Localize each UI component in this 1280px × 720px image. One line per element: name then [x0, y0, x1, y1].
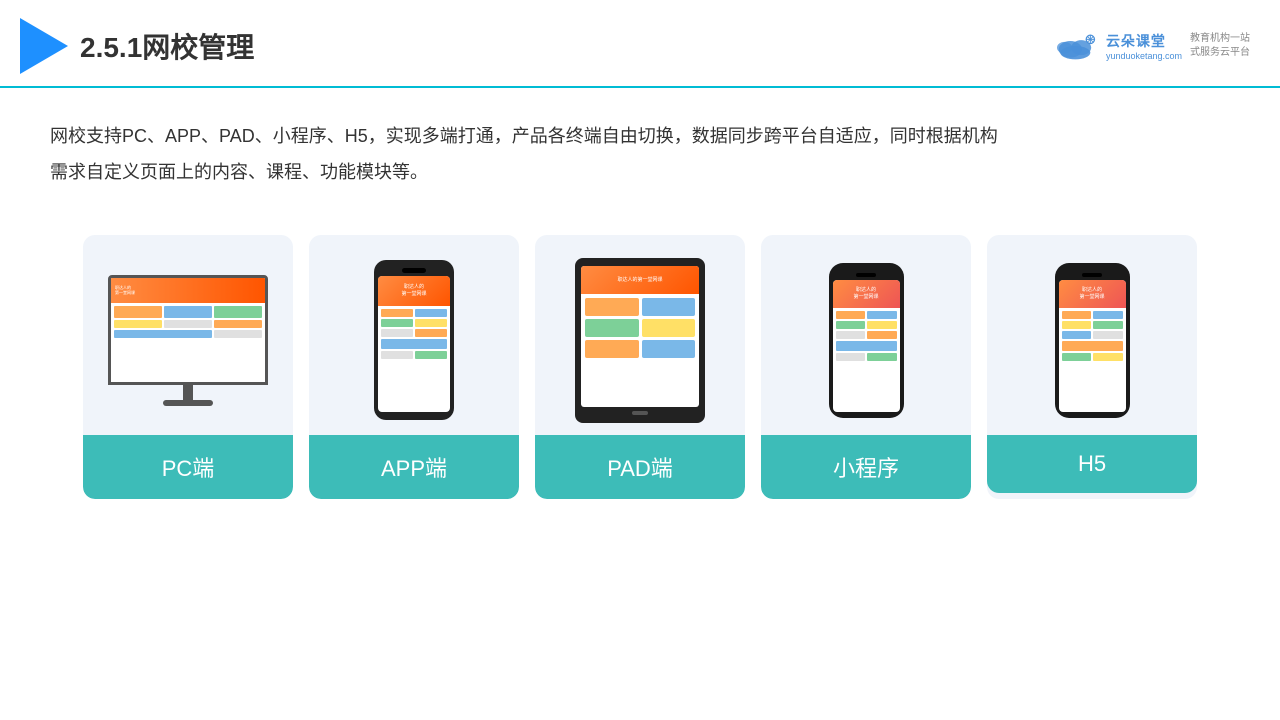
- header-left: 2.5.1网校管理: [20, 18, 254, 74]
- description-line2: 需求自定义页面上的内容、课程、功能模块等。: [50, 154, 1230, 190]
- miniapp-device-mock: 职达人的第一堂网课: [829, 263, 904, 418]
- mini-phone-notch: [856, 273, 876, 277]
- tablet-header: 职达人的第一堂网课: [581, 266, 699, 294]
- card-miniapp-label: 小程序: [761, 435, 971, 499]
- card-pad-image: 职达人的第一堂网课: [535, 235, 745, 435]
- description-text: 网校支持PC、APP、PAD、小程序、H5，实现多端打通，产品各终端自由切换，数…: [0, 88, 1280, 205]
- card-miniapp-image: 职达人的第一堂网课: [761, 235, 971, 435]
- brand-icon: 云朵课堂 yunduoketang.com: [1052, 31, 1182, 61]
- card-app: 职达人的第一堂网课: [309, 235, 519, 499]
- phone-screen: 职达人的第一堂网课: [378, 276, 450, 412]
- card-app-image: 职达人的第一堂网课: [309, 235, 519, 435]
- cards-section: 职达人的第一堂网课 PC端: [0, 215, 1280, 529]
- card-pc: 职达人的第一堂网课 PC端: [83, 235, 293, 499]
- phone-notch: [402, 268, 426, 273]
- h5-phone-screen: 职达人的第一堂网课: [1059, 280, 1126, 412]
- card-pad-label: PAD端: [535, 435, 745, 499]
- header: 2.5.1网校管理 云朵课堂 y: [0, 0, 1280, 88]
- header-right: 云朵课堂 yunduoketang.com 教育机构一站 式服务云平台: [1052, 31, 1250, 61]
- card-miniapp: 职达人的第一堂网课: [761, 235, 971, 499]
- tablet-home-button: [632, 411, 648, 415]
- card-pad: 职达人的第一堂网课 PAD端: [535, 235, 745, 499]
- pc-device-mock: 职达人的第一堂网课: [108, 275, 268, 406]
- h5-device-mock: 职达人的第一堂网课: [1055, 263, 1130, 418]
- description-line1: 网校支持PC、APP、PAD、小程序、H5，实现多端打通，产品各终端自由切换，数…: [50, 118, 1230, 154]
- logo-triangle-icon: [20, 18, 68, 74]
- card-h5: 职达人的第一堂网课: [987, 235, 1197, 499]
- brand-logo: 云朵课堂 yunduoketang.com: [1052, 31, 1182, 61]
- cloud-icon: [1052, 31, 1102, 61]
- monitor-screen: 职达人的第一堂网课: [108, 275, 268, 385]
- page-title: 2.5.1网校管理: [80, 26, 254, 66]
- mini-phone-screen: 职达人的第一堂网课: [833, 280, 900, 412]
- tablet-screen: 职达人的第一堂网课: [581, 266, 699, 407]
- card-h5-image: 职达人的第一堂网课: [987, 235, 1197, 435]
- card-pc-label: PC端: [83, 435, 293, 499]
- card-pc-image: 职达人的第一堂网课: [83, 235, 293, 435]
- brand-name: 云朵课堂 yunduoketang.com: [1106, 31, 1182, 61]
- app-device-mock: 职达人的第一堂网课: [374, 260, 454, 420]
- card-h5-label: H5: [987, 435, 1197, 493]
- h5-phone-notch: [1082, 273, 1102, 277]
- card-app-label: APP端: [309, 435, 519, 499]
- pad-device-mock: 职达人的第一堂网课: [575, 258, 705, 423]
- brand-subtitle: 教育机构一站 式服务云平台: [1190, 32, 1250, 60]
